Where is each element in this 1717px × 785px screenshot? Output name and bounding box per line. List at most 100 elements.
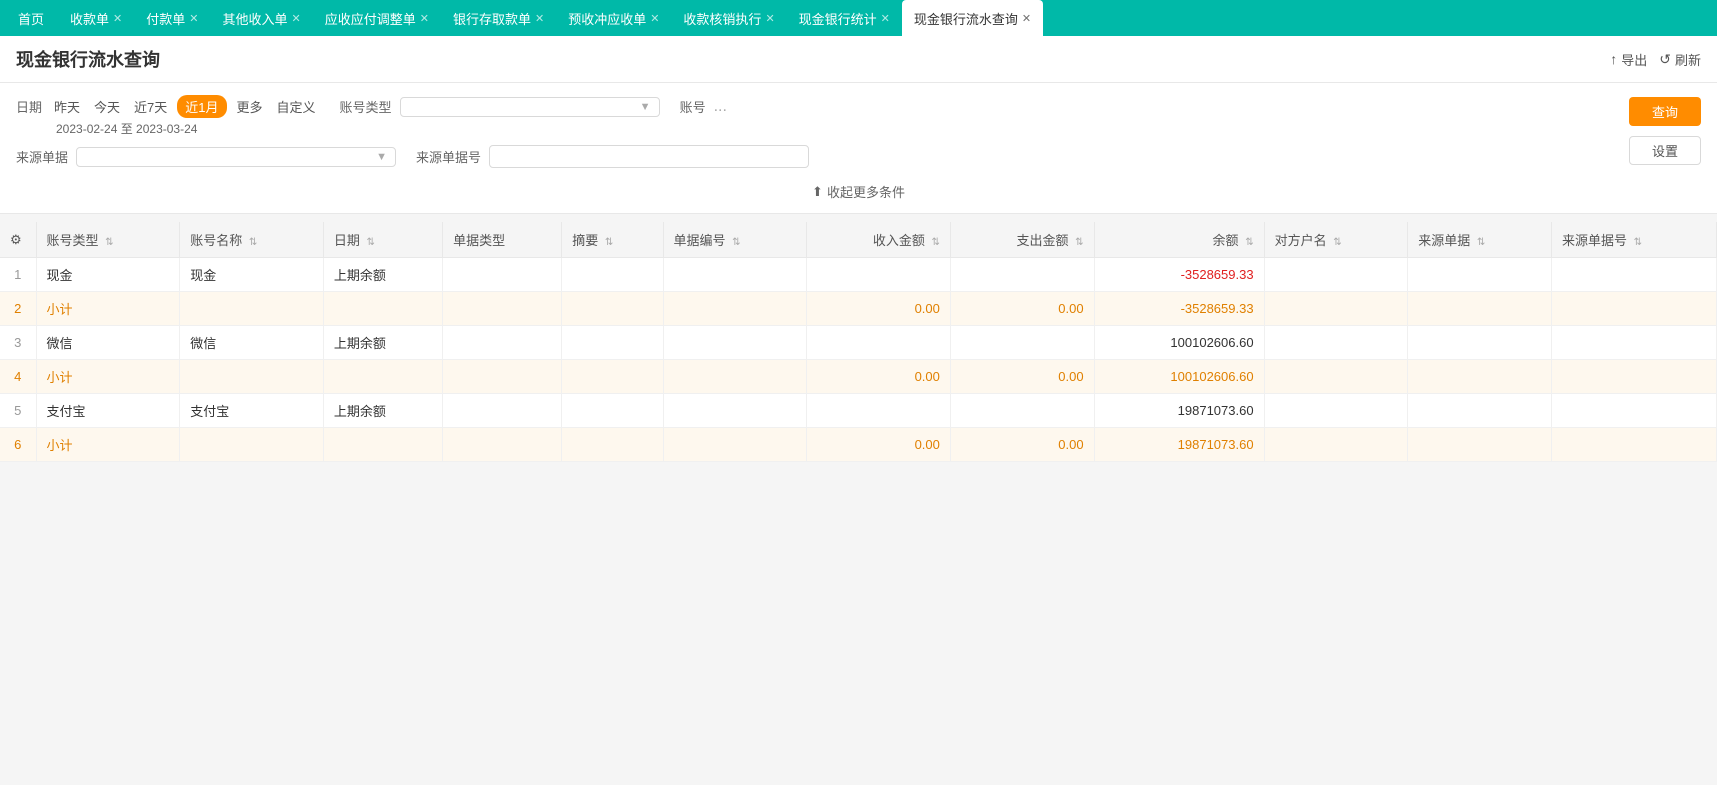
- th-source-doc-no[interactable]: 来源单据号 ⇅: [1551, 222, 1716, 258]
- date-opt-yesterday[interactable]: 昨天: [50, 96, 84, 117]
- chevron-down-icon: ▼: [640, 101, 651, 113]
- cell-account_type: 小计: [36, 428, 180, 462]
- cell-source_doc_no: [1551, 394, 1716, 428]
- action-buttons: 查询 设置: [1629, 97, 1701, 165]
- th-income[interactable]: 收入金额 ⇅: [807, 222, 951, 258]
- nav-close-8[interactable]: ✕: [1022, 12, 1031, 25]
- cell-source_doc_no: [1551, 360, 1716, 394]
- cell-doc_no: [663, 428, 807, 462]
- data-table: ⚙ 账号类型 ⇅ 账号名称 ⇅ 日期 ⇅ 单据类型 摘要: [0, 222, 1717, 462]
- nav-tab-1[interactable]: 付款单 ✕: [134, 0, 210, 36]
- cell-source_doc: [1408, 326, 1552, 360]
- nav-close-3[interactable]: ✕: [420, 12, 429, 25]
- th-date[interactable]: 日期 ⇅: [323, 222, 442, 258]
- sort-icon-6: ⇅: [732, 237, 740, 248]
- source-doc-no-input[interactable]: [489, 145, 809, 168]
- cell-balance: 100102606.60: [1094, 326, 1264, 360]
- table-row: 5支付宝支付宝上期余额19871073.60: [0, 394, 1717, 428]
- nav-tab-7[interactable]: 现金银行统计 ✕: [787, 0, 902, 36]
- cell-source_doc: [1408, 292, 1552, 326]
- nav-close-0[interactable]: ✕: [113, 12, 122, 25]
- cell-doc_no: [663, 326, 807, 360]
- th-doc-no[interactable]: 单据编号 ⇅: [663, 222, 807, 258]
- cell-expense: 0.00: [950, 428, 1094, 462]
- cell-account_name: 现金: [180, 258, 324, 292]
- cell-doc_type: [443, 326, 562, 360]
- cell-expense: [950, 394, 1094, 428]
- date-opt-more[interactable]: 更多: [233, 96, 267, 117]
- cell-expense: [950, 326, 1094, 360]
- sort-icon-11: ⇅: [1477, 237, 1485, 248]
- cell-doc_type: [443, 394, 562, 428]
- nav-close-5[interactable]: ✕: [650, 12, 659, 25]
- source-doc-no-label: 来源单据号: [416, 147, 481, 166]
- nav-tab-6[interactable]: 收款核销执行 ✕: [671, 0, 786, 36]
- nav-home[interactable]: 首页: [4, 9, 58, 28]
- cell-account_type: 小计: [36, 360, 180, 394]
- date-options: 昨天 今天 近7天 近1月 更多 自定义: [50, 95, 320, 118]
- date-opt-custom[interactable]: 自定义: [273, 96, 320, 117]
- nav-tab-0[interactable]: 收款单 ✕: [58, 0, 134, 36]
- collapse-row: ⬆ 收起更多条件: [16, 182, 1701, 201]
- nav-tab-8[interactable]: 现金银行流水查询 ✕: [902, 0, 1043, 36]
- sort-icon-5: ⇅: [605, 237, 613, 248]
- nav-close-2[interactable]: ✕: [292, 12, 301, 25]
- nav-close-6[interactable]: ✕: [765, 12, 774, 25]
- date-opt-7days[interactable]: 近7天: [130, 96, 171, 117]
- cell-source_doc_no: [1551, 428, 1716, 462]
- date-filter-group: 日期 昨天 今天 近7天 近1月 更多 自定义: [16, 95, 320, 118]
- source-doc-select[interactable]: ▼: [76, 147, 396, 167]
- refresh-button[interactable]: ↺ 刷新: [1659, 50, 1701, 69]
- nav-tab-5[interactable]: 预收冲应收单 ✕: [556, 0, 671, 36]
- cell-income: 0.00: [807, 428, 951, 462]
- cell-balance: 100102606.60: [1094, 360, 1264, 394]
- th-account-type[interactable]: 账号类型 ⇅: [36, 222, 180, 258]
- th-counterpart[interactable]: 对方户名 ⇅: [1264, 222, 1408, 258]
- th-source-doc[interactable]: 来源单据 ⇅: [1408, 222, 1552, 258]
- query-button[interactable]: 查询: [1629, 97, 1701, 126]
- th-expense[interactable]: 支出金额 ⇅: [950, 222, 1094, 258]
- gear-icon[interactable]: ⚙: [10, 232, 22, 247]
- page-header: 现金银行流水查询 ↑ 导出 ↺ 刷新: [0, 36, 1717, 83]
- th-summary[interactable]: 摘要 ⇅: [562, 222, 663, 258]
- th-account-name[interactable]: 账号名称 ⇅: [180, 222, 324, 258]
- date-opt-1month[interactable]: 近1月: [177, 95, 226, 118]
- sort-icon-2: ⇅: [249, 237, 257, 248]
- cell-counterpart: [1264, 394, 1408, 428]
- nav-tab-2[interactable]: 其他收入单 ✕: [210, 0, 312, 36]
- date-opt-today[interactable]: 今天: [90, 96, 124, 117]
- cell-income: [807, 394, 951, 428]
- cell-summary: [562, 360, 663, 394]
- cell-balance: 19871073.60: [1094, 428, 1264, 462]
- export-button[interactable]: ↑ 导出: [1610, 50, 1647, 69]
- nav-tab-4[interactable]: 银行存取款单 ✕: [441, 0, 556, 36]
- cell-source_doc_no: [1551, 292, 1716, 326]
- table-row: 3微信微信上期余额100102606.60: [0, 326, 1717, 360]
- cell-counterpart: [1264, 292, 1408, 326]
- account-type-select[interactable]: ▼: [400, 97, 660, 117]
- cell-account_name: [180, 360, 324, 394]
- cell-doc_no: [663, 258, 807, 292]
- cell-source_doc: [1408, 394, 1552, 428]
- sort-icon-8: ⇅: [1075, 237, 1083, 248]
- filter-area: 日期 昨天 今天 近7天 近1月 更多 自定义 账号类型 ▼: [0, 83, 1717, 214]
- cell-expense: [950, 258, 1094, 292]
- nav-tab-3[interactable]: 应收应付调整单 ✕: [313, 0, 441, 36]
- th-balance[interactable]: 余额 ⇅: [1094, 222, 1264, 258]
- cell-account_name: 微信: [180, 326, 324, 360]
- nav-close-1[interactable]: ✕: [189, 12, 198, 25]
- account-dots[interactable]: ...: [714, 98, 727, 116]
- nav-close-7[interactable]: ✕: [881, 12, 890, 25]
- settings-button[interactable]: 设置: [1629, 136, 1701, 165]
- collapse-button[interactable]: ⬆ 收起更多条件: [812, 182, 905, 201]
- th-doc-type: 单据类型: [443, 222, 562, 258]
- collapse-up-icon: ⬆: [812, 184, 823, 200]
- table-row: 4小计0.000.00100102606.60: [0, 360, 1717, 394]
- nav-close-4[interactable]: ✕: [535, 12, 544, 25]
- cell-account_name: 支付宝: [180, 394, 324, 428]
- cell-date: [323, 360, 442, 394]
- cell-summary: [562, 292, 663, 326]
- cell-counterpart: [1264, 360, 1408, 394]
- date-range-display: 2023-02-24 至 2023-03-24: [56, 122, 197, 136]
- cell-source_doc: [1408, 258, 1552, 292]
